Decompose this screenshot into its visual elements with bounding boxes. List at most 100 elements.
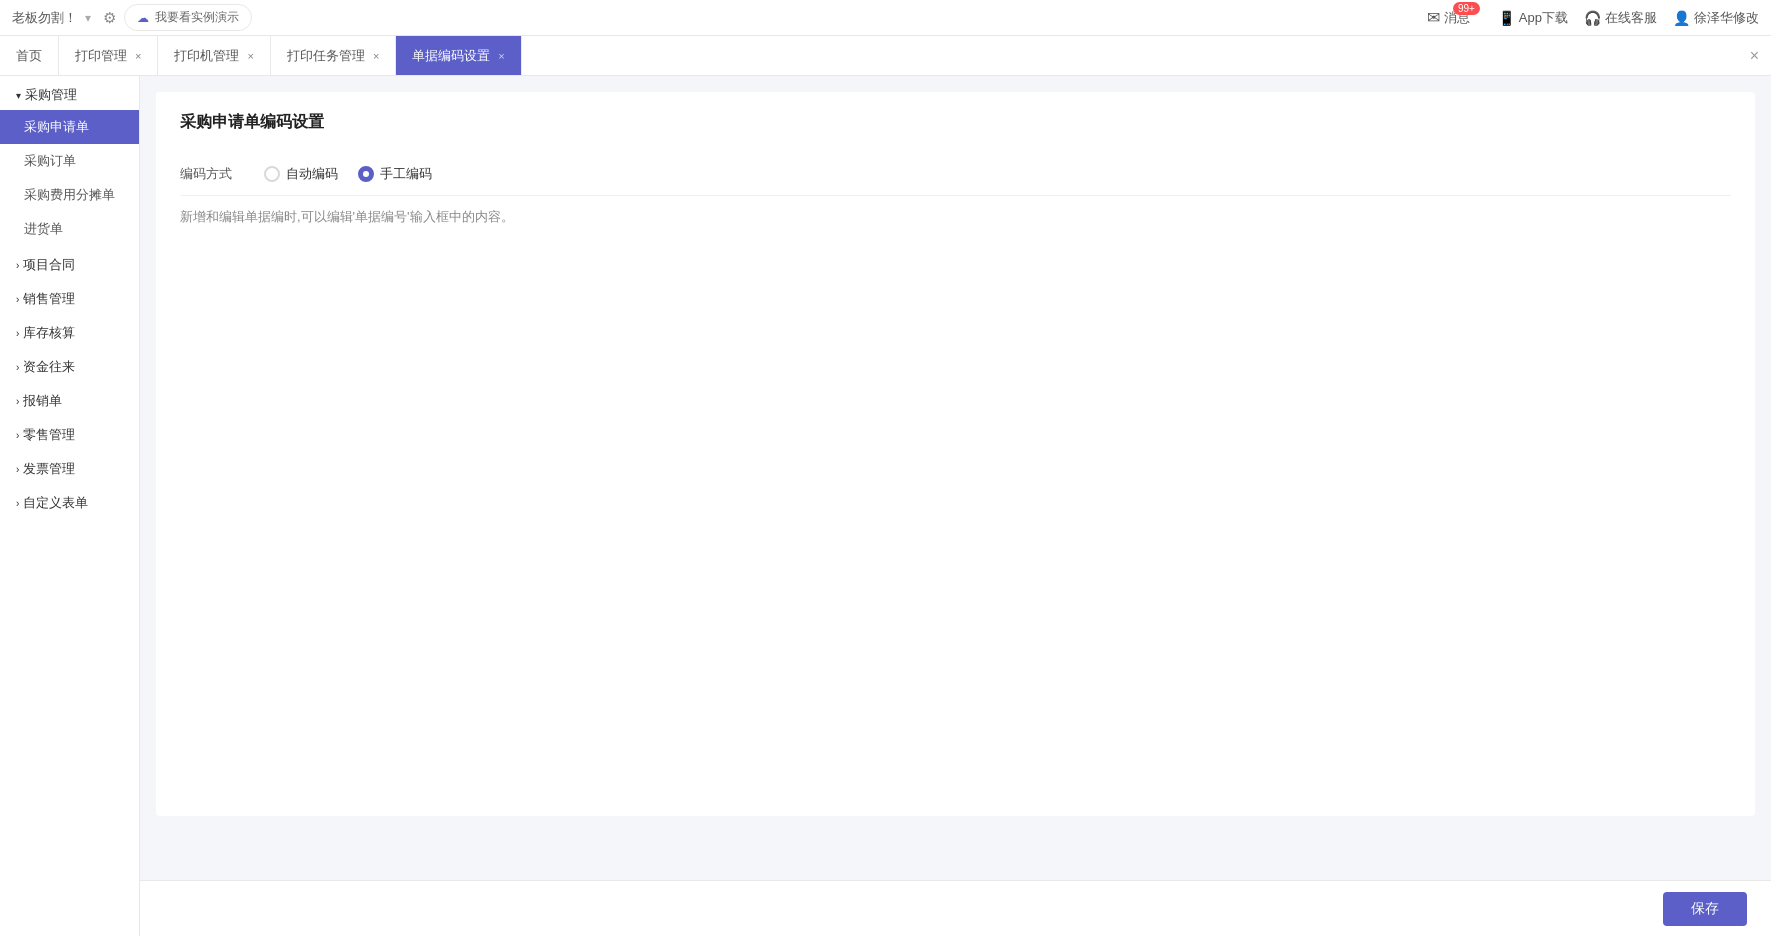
manual-code-label: 手工编码 bbox=[380, 165, 432, 183]
sidebar-group-project-label: 项目合同 bbox=[23, 256, 75, 274]
sidebar-item-stock-in[interactable]: 进货单 bbox=[0, 212, 139, 246]
sidebar-item-purchase-order[interactable]: 采购订单 bbox=[0, 144, 139, 178]
cloud-icon: ☁ bbox=[137, 11, 149, 25]
auto-code-radio[interactable]: 自动编码 bbox=[264, 165, 338, 183]
tab-print-mgmt[interactable]: 打印管理 × bbox=[59, 36, 158, 75]
sidebar-group-capital-title[interactable]: › 资金往来 bbox=[0, 348, 139, 382]
service-button[interactable]: 🎧 在线客服 bbox=[1584, 9, 1657, 27]
main-layout: ▾ 采购管理 采购申请单 采购订单 采购费用分摊单 进货单 › 项目合同 bbox=[0, 76, 1771, 936]
expand-arrow-icon-retail: › bbox=[16, 430, 19, 441]
tab-single-code-setting[interactable]: 单据编码设置 × bbox=[396, 36, 521, 75]
sidebar-group-sales-title[interactable]: › 销售管理 bbox=[0, 280, 139, 314]
sidebar-group-purchase: ▾ 采购管理 采购申请单 采购订单 采购费用分摊单 进货单 bbox=[0, 76, 139, 246]
tab-print-task-mgmt-label: 打印任务管理 bbox=[287, 47, 365, 65]
sidebar-group-custom-label: 自定义表单 bbox=[23, 494, 88, 512]
sidebar-group-custom-title[interactable]: › 自定义表单 bbox=[0, 484, 139, 518]
tab-single-code-setting-label: 单据编码设置 bbox=[412, 47, 490, 65]
code-method-row: 编码方式 自动编码 手工编码 bbox=[180, 153, 1731, 196]
sidebar-item-purchase-fee-label: 采购费用分摊单 bbox=[24, 187, 115, 202]
content-footer: 保存 bbox=[140, 880, 1771, 936]
sidebar-group-inventory: › 库存核算 bbox=[0, 314, 139, 348]
user-avatar[interactable]: 👤 徐泽华修改 bbox=[1673, 9, 1759, 27]
sidebar-group-capital: › 资金往来 bbox=[0, 348, 139, 382]
user-name: 徐泽华修改 bbox=[1694, 9, 1759, 27]
sidebar-item-purchase-fee[interactable]: 采购费用分摊单 bbox=[0, 178, 139, 212]
appdown-label: App下载 bbox=[1519, 9, 1568, 27]
tab-bar: 首页 打印管理 × 打印机管理 × 打印任务管理 × 单据编码设置 × × bbox=[0, 36, 1771, 76]
sidebar-group-invoice-title[interactable]: › 发票管理 bbox=[0, 450, 139, 484]
brand-text: 老板勿割！ bbox=[12, 9, 77, 27]
tab-print-task-mgmt[interactable]: 打印任务管理 × bbox=[271, 36, 396, 75]
save-button[interactable]: 保存 bbox=[1663, 892, 1747, 926]
manual-code-radio[interactable]: 手工编码 bbox=[358, 165, 432, 183]
sidebar-group-capital-label: 资金往来 bbox=[23, 358, 75, 376]
tab-printer-mgmt-label: 打印机管理 bbox=[174, 47, 239, 65]
expand-arrow-icon-invoice: › bbox=[16, 464, 19, 475]
top-bar-right: ✉ 消息 99+ 📱 App下载 🎧 在线客服 👤 徐泽华修改 bbox=[1427, 8, 1759, 27]
description-text: 新增和编辑单据编时,可以编辑'单据编号'输入框中的内容。 bbox=[180, 208, 1731, 226]
sidebar-group-returns-title[interactable]: › 报销单 bbox=[0, 382, 139, 416]
sidebar-group-retail-title[interactable]: › 零售管理 bbox=[0, 416, 139, 450]
expand-arrow-icon-custom: › bbox=[16, 498, 19, 509]
message-icon: ✉ bbox=[1427, 8, 1440, 27]
code-method-label: 编码方式 bbox=[180, 165, 240, 183]
tab-print-mgmt-close[interactable]: × bbox=[135, 50, 141, 62]
auto-code-label: 自动编码 bbox=[286, 165, 338, 183]
expand-arrow-icon-capital: › bbox=[16, 362, 19, 373]
sidebar-group-inventory-label: 库存核算 bbox=[23, 324, 75, 342]
tab-print-mgmt-label: 打印管理 bbox=[75, 47, 127, 65]
auto-code-radio-circle bbox=[264, 166, 280, 182]
expand-arrow-icon-sales: › bbox=[16, 294, 19, 305]
manual-code-radio-circle bbox=[358, 166, 374, 182]
chevron-down-icon[interactable]: ▾ bbox=[85, 11, 91, 25]
sidebar-item-stock-in-label: 进货单 bbox=[24, 221, 63, 236]
sidebar-group-returns: › 报销单 bbox=[0, 382, 139, 416]
tab-home[interactable]: 首页 bbox=[0, 36, 59, 75]
sidebar-group-custom: › 自定义表单 bbox=[0, 484, 139, 518]
sidebar-item-purchase-request[interactable]: 采购申请单 bbox=[0, 110, 139, 144]
service-label: 在线客服 bbox=[1605, 9, 1657, 27]
tab-printer-mgmt[interactable]: 打印机管理 × bbox=[158, 36, 270, 75]
sidebar-item-purchase-request-label: 采购申请单 bbox=[24, 119, 89, 134]
sidebar-group-sales-label: 销售管理 bbox=[23, 290, 75, 308]
message-button[interactable]: ✉ 消息 99+ bbox=[1427, 8, 1470, 27]
appdown-button[interactable]: 📱 App下载 bbox=[1498, 9, 1568, 27]
content-area: 采购申请单编码设置 编码方式 自动编码 手工编码 bbox=[140, 76, 1771, 936]
page-title: 采购申请单编码设置 bbox=[180, 112, 1731, 133]
user-icon: 👤 bbox=[1673, 10, 1690, 26]
sidebar-group-returns-label: 报销单 bbox=[23, 392, 62, 410]
sidebar-group-invoice: › 发票管理 bbox=[0, 450, 139, 484]
top-bar-left: 老板勿割！ ▾ ⚙ ☁ 我要看实例演示 bbox=[12, 4, 252, 31]
prompt-bubble[interactable]: ☁ 我要看实例演示 bbox=[124, 4, 252, 31]
sidebar-group-project-title[interactable]: › 项目合同 bbox=[0, 246, 139, 280]
content-inner: 采购申请单编码设置 编码方式 自动编码 手工编码 bbox=[140, 76, 1771, 880]
sidebar-group-purchase-label: 采购管理 bbox=[25, 86, 77, 104]
prompt-text: 我要看实例演示 bbox=[155, 9, 239, 26]
message-badge: 99+ bbox=[1453, 2, 1480, 15]
sidebar-group-sales: › 销售管理 bbox=[0, 280, 139, 314]
sidebar-group-retail: › 零售管理 bbox=[0, 416, 139, 450]
expand-arrow-icon-inventory: › bbox=[16, 328, 19, 339]
sidebar-group-purchase-title[interactable]: ▾ 采购管理 bbox=[0, 76, 139, 110]
sidebar-group-inventory-title[interactable]: › 库存核算 bbox=[0, 314, 139, 348]
tab-home-label: 首页 bbox=[16, 47, 42, 65]
sidebar: ▾ 采购管理 采购申请单 采购订单 采购费用分摊单 进货单 › 项目合同 bbox=[0, 76, 140, 936]
close-all-icon: × bbox=[1750, 47, 1759, 65]
page-card: 采购申请单编码设置 编码方式 自动编码 手工编码 bbox=[156, 92, 1755, 816]
sidebar-group-invoice-label: 发票管理 bbox=[23, 460, 75, 478]
expand-arrow-icon-returns: › bbox=[16, 396, 19, 407]
tab-single-code-setting-close[interactable]: × bbox=[498, 50, 504, 62]
top-bar: 老板勿割！ ▾ ⚙ ☁ 我要看实例演示 ✉ 消息 99+ 📱 App下载 🎧 在… bbox=[0, 0, 1771, 36]
collapse-arrow-icon: ▾ bbox=[16, 90, 21, 101]
sidebar-group-project: › 项目合同 bbox=[0, 246, 139, 280]
code-method-radio-group: 自动编码 手工编码 bbox=[264, 165, 432, 183]
gear-icon[interactable]: ⚙ bbox=[103, 9, 116, 27]
expand-arrow-icon-project: › bbox=[16, 260, 19, 271]
tab-printer-mgmt-close[interactable]: × bbox=[247, 50, 253, 62]
headset-icon: 🎧 bbox=[1584, 10, 1601, 26]
appdown-icon: 📱 bbox=[1498, 10, 1515, 26]
close-all-tabs[interactable]: × bbox=[1738, 36, 1771, 75]
sidebar-group-retail-label: 零售管理 bbox=[23, 426, 75, 444]
tab-print-task-mgmt-close[interactable]: × bbox=[373, 50, 379, 62]
sidebar-item-purchase-order-label: 采购订单 bbox=[24, 153, 76, 168]
